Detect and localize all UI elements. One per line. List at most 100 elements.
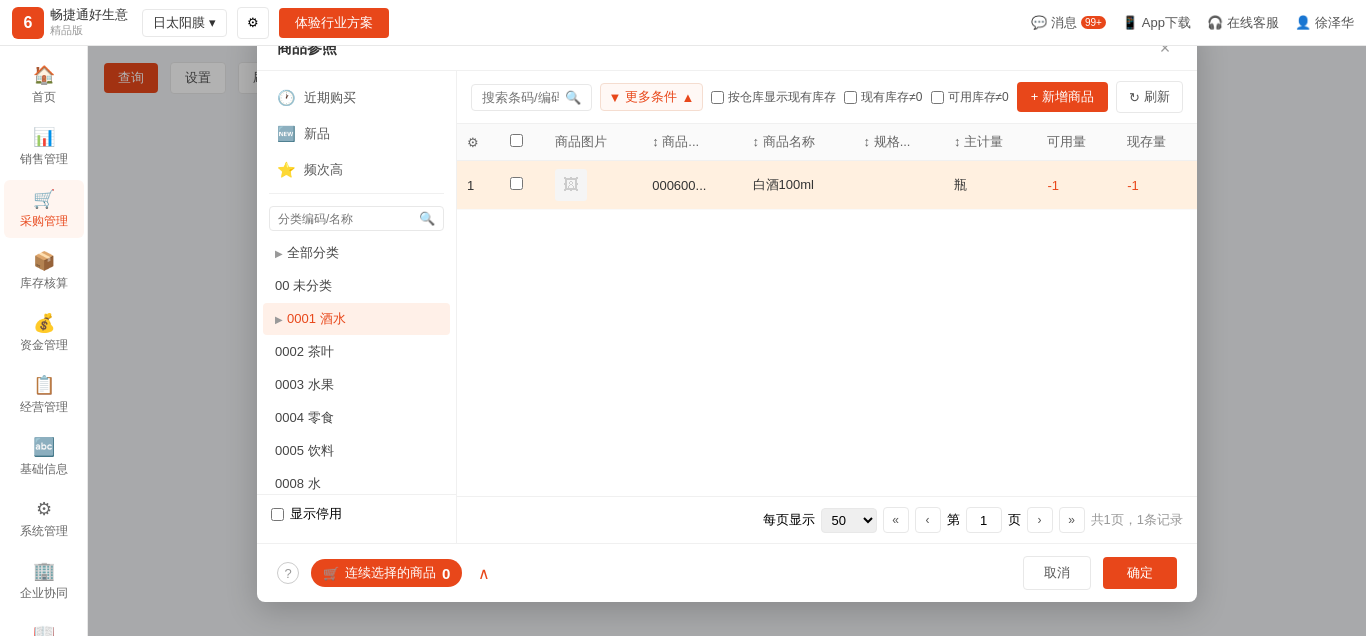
cart-selection[interactable]: 🛒 连续选择的商品 0: [311, 559, 462, 587]
inventory-icon: 📦: [33, 250, 55, 272]
search-icon: 🔍: [419, 211, 435, 226]
sidebar: 🏠 首页 📊 销售管理 🛒 采购管理 📦 库存核算 💰 资金管理 📋 经营管理 …: [0, 46, 88, 636]
close-button[interactable]: ×: [1153, 46, 1177, 60]
left-panel-bottom: 显示停用: [257, 494, 456, 533]
show-disabled-label: 显示停用: [290, 505, 342, 523]
refresh-label: 刷新: [1144, 88, 1170, 106]
refresh-product-button[interactable]: ↻ 刷新: [1116, 81, 1183, 113]
table-row[interactable]: 1 🖼 000600... 白酒100ml 瓶 -1: [457, 161, 1197, 210]
guide-icon: 📖: [33, 622, 55, 636]
col-checkbox[interactable]: [500, 124, 545, 161]
col-code[interactable]: ↕ 商品...: [642, 124, 742, 161]
cat-0003-label: 0003 水果: [275, 376, 334, 394]
filter-label: 更多条件: [625, 88, 677, 106]
sidebar-label-purchase: 采购管理: [20, 213, 68, 230]
purchase-icon: 🛒: [33, 188, 55, 210]
sidebar-item-finance[interactable]: 💰 资金管理: [4, 304, 84, 362]
cat-0001-label: 0001 酒水: [287, 310, 346, 328]
category-search-input[interactable]: [278, 212, 415, 226]
select-all-checkbox[interactable]: [510, 134, 523, 147]
more-filter-button[interactable]: ▼ 更多条件 ▲: [600, 83, 704, 111]
product-search-input[interactable]: [482, 90, 559, 105]
first-page-button[interactable]: «: [883, 507, 909, 533]
confirm-button[interactable]: 确定: [1103, 557, 1177, 589]
product-search-box[interactable]: 🔍: [471, 84, 592, 111]
help-button[interactable]: ?: [277, 562, 299, 584]
tab-recent[interactable]: 🕐 近期购买: [263, 81, 450, 115]
sidebar-label-home: 首页: [32, 89, 56, 106]
messages-badge: 99+: [1081, 16, 1106, 29]
next-page-button[interactable]: ›: [1027, 507, 1053, 533]
sidebar-label-operations: 经营管理: [20, 399, 68, 416]
cat-0002[interactable]: 0002 茶叶: [263, 336, 450, 368]
sidebar-item-operations[interactable]: 📋 经营管理: [4, 366, 84, 424]
tab-frequent[interactable]: ⭐ 频次高: [263, 153, 450, 187]
settings-icon[interactable]: ⚙: [237, 7, 269, 39]
row-checkbox[interactable]: [510, 177, 523, 190]
service-item[interactable]: 🎧 在线客服: [1207, 14, 1279, 32]
top-nav: 6 畅捷通好生意 精品版 日太阳膜 ▾ ⚙ 体验行业方案 💬 消息 99+ 📱 …: [0, 0, 1366, 46]
message-icon: 💬: [1031, 15, 1047, 30]
cat-00[interactable]: 00 未分类: [263, 270, 450, 302]
row-spec: [854, 161, 945, 210]
logo-icon: 6: [12, 7, 44, 39]
logo-title: 畅捷通好生意: [50, 7, 128, 24]
page-info: 共1页，1条记录: [1091, 511, 1183, 529]
modal-header: 商品参照 ×: [257, 46, 1197, 71]
page-number-input[interactable]: [966, 507, 1002, 533]
sidebar-item-guide[interactable]: 📖 新手引导: [4, 614, 84, 636]
table-toolbar: 🔍 ▼ 更多条件 ▲ 按仓库显示现有库存: [457, 71, 1197, 124]
sidebar-item-inventory[interactable]: 📦 库存核算: [4, 242, 84, 300]
sidebar-item-purchase[interactable]: 🛒 采购管理: [4, 180, 84, 238]
sidebar-item-enterprise[interactable]: 🏢 企业协同: [4, 552, 84, 610]
cat-0005[interactable]: 0005 饮料: [263, 435, 450, 467]
per-page-select[interactable]: 10 20 50 100: [821, 508, 877, 533]
experience-button[interactable]: 体验行业方案: [279, 8, 389, 38]
col-settings[interactable]: ⚙: [457, 124, 500, 161]
app-icon: 📱: [1122, 15, 1138, 30]
logo-sub: 精品版: [50, 23, 128, 38]
show-disabled-checkbox[interactable]: [271, 508, 284, 521]
add-product-button[interactable]: + 新增商品: [1017, 82, 1108, 112]
col-unit[interactable]: ↕ 主计量: [944, 124, 1037, 161]
warehouse-filter[interactable]: 按仓库显示现有库存: [711, 89, 836, 106]
cat-0003[interactable]: 0003 水果: [263, 369, 450, 401]
available-checkbox[interactable]: [844, 91, 857, 104]
row-name: 白酒100ml: [743, 161, 854, 210]
sidebar-item-home[interactable]: 🏠 首页: [4, 56, 84, 114]
col-available: 可用量: [1037, 124, 1117, 161]
sidebar-item-basics[interactable]: 🔤 基础信息: [4, 428, 84, 486]
collapse-button[interactable]: ∧: [478, 564, 490, 583]
arrow-active-icon: ▶: [275, 314, 283, 325]
usable-checkbox[interactable]: [931, 91, 944, 104]
modal-body: 🕐 近期购买 🆕 新品 ⭐ 频次高: [257, 71, 1197, 543]
user-avatar[interactable]: 👤 徐泽华: [1295, 14, 1354, 32]
sales-icon: 📊: [33, 126, 55, 148]
search-product-icon: 🔍: [565, 90, 581, 105]
available-filter[interactable]: 现有库存≠0: [844, 89, 922, 106]
page-suffix: 页: [1008, 511, 1021, 529]
cat-all[interactable]: ▶ 全部分类: [263, 237, 450, 269]
headset-icon: 🎧: [1207, 15, 1223, 30]
warehouse-checkbox[interactable]: [711, 91, 724, 104]
row-image-cell: 🖼: [545, 161, 642, 210]
row-checkbox-cell[interactable]: [500, 161, 545, 210]
col-name[interactable]: ↕ 商品名称: [743, 124, 854, 161]
sidebar-item-system[interactable]: ⚙ 系统管理: [4, 490, 84, 548]
cat-0008[interactable]: 0008 水: [263, 468, 450, 494]
col-spec[interactable]: ↕ 规格...: [854, 124, 945, 161]
cat-0004[interactable]: 0004 零食: [263, 402, 450, 434]
cat-0001[interactable]: ▶ 0001 酒水: [263, 303, 450, 335]
branch-selector[interactable]: 日太阳膜 ▾: [142, 9, 227, 37]
messages-nav-item[interactable]: 💬 消息 99+: [1031, 14, 1106, 32]
category-search-box[interactable]: 🔍: [269, 206, 444, 231]
modal-footer: ? 🛒 连续选择的商品 0 ∧ 取消 确定: [257, 543, 1197, 602]
app-download-item[interactable]: 📱 App下载: [1122, 14, 1191, 32]
sidebar-label-finance: 资金管理: [20, 337, 68, 354]
usable-filter[interactable]: 可用库存≠0: [931, 89, 1009, 106]
prev-page-button[interactable]: ‹: [915, 507, 941, 533]
tab-new[interactable]: 🆕 新品: [263, 117, 450, 151]
last-page-button[interactable]: »: [1059, 507, 1085, 533]
cancel-button[interactable]: 取消: [1023, 556, 1091, 590]
sidebar-item-sales[interactable]: 📊 销售管理: [4, 118, 84, 176]
